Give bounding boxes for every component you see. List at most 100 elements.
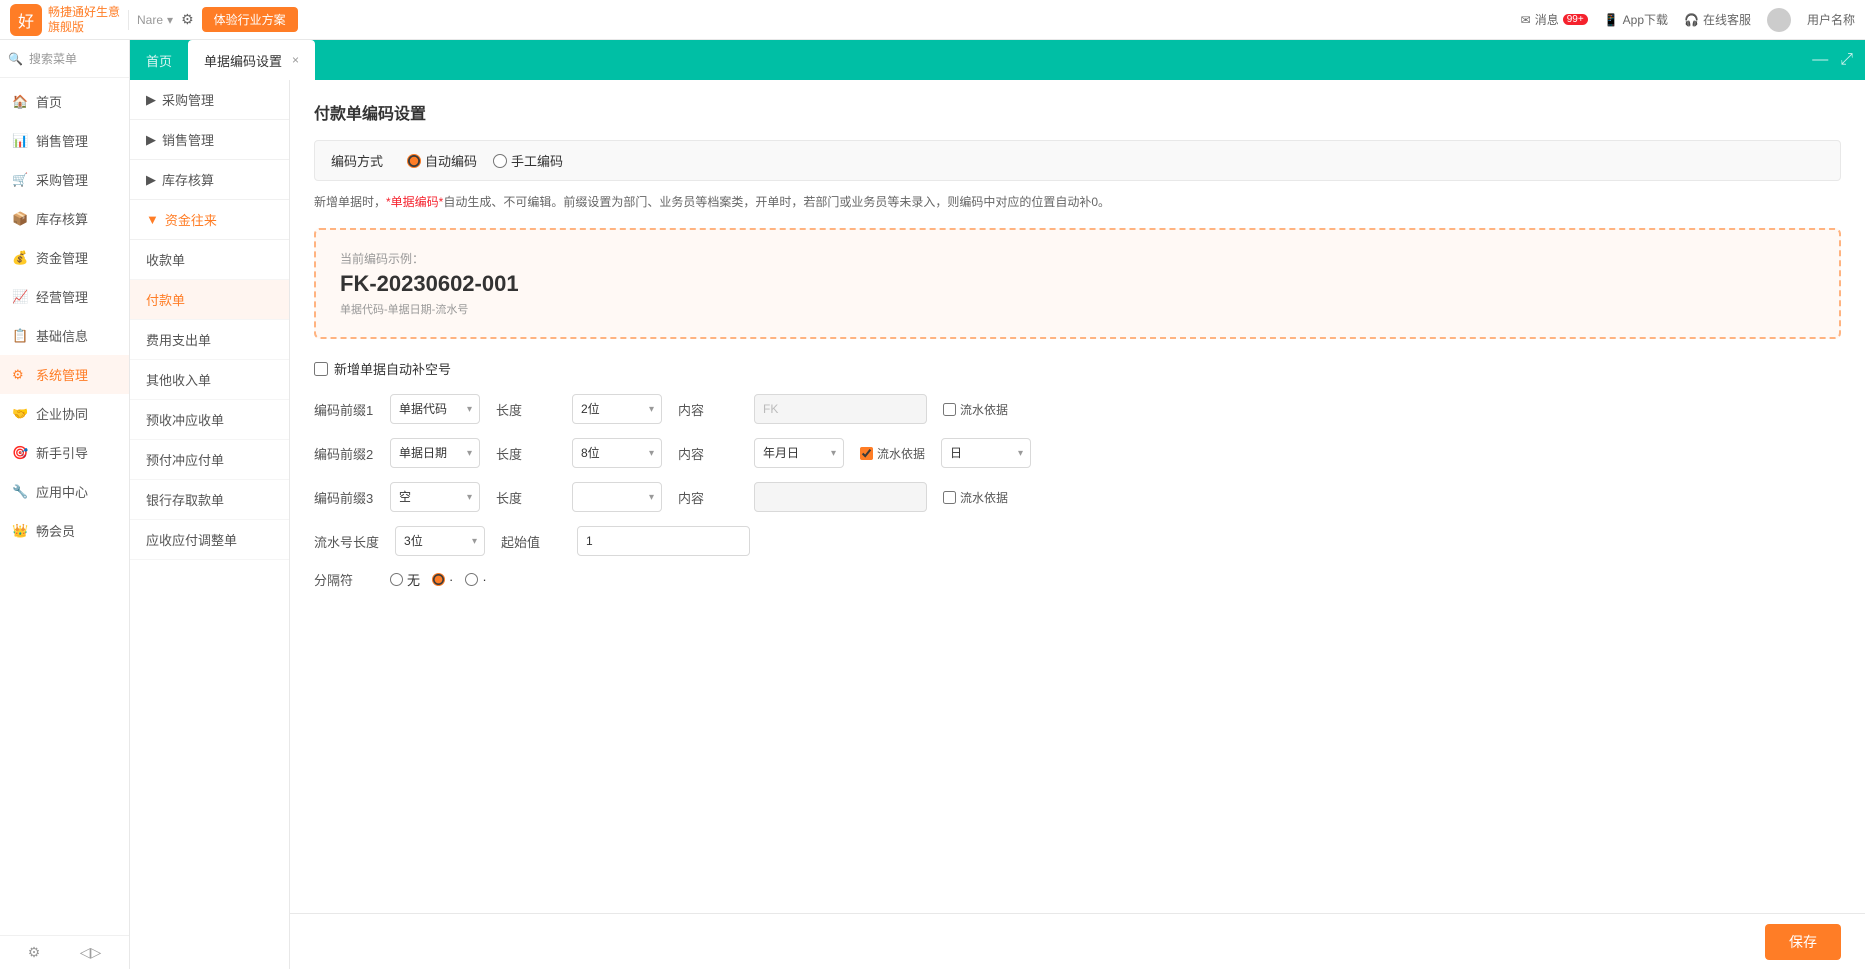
apps-icon: 🔧 xyxy=(12,484,28,500)
length3-select-wrapper[interactable] xyxy=(572,482,662,512)
serial2-unit-select[interactable]: 日 xyxy=(941,438,1031,468)
sub-item-advance-pay[interactable]: 预付冲应付单 xyxy=(130,440,289,480)
sidebar-item-ops[interactable]: 📈 经营管理 xyxy=(0,277,129,316)
sidebar-item-inventory[interactable]: 📦 库存核算 xyxy=(0,199,129,238)
tab-minimize-btn[interactable]: — xyxy=(1808,47,1832,73)
message-btn[interactable]: ✉ 消息 99+ xyxy=(1521,11,1588,28)
msg-badge: 99+ xyxy=(1563,14,1588,25)
sidebar-item-apps[interactable]: 🔧 应用中心 xyxy=(0,472,129,511)
serial2-unit-wrapper[interactable]: 日 xyxy=(941,438,1031,468)
prefix1-label: 编码前缀1 xyxy=(314,400,374,419)
sidebar-item-finance[interactable]: 💰 资金管理 xyxy=(0,238,129,277)
tab-maximize-btn[interactable]: ⤢ xyxy=(1836,47,1857,73)
top-bar: 好 畅捷通好生意 旗舰版 Nare ▾ ⚙ 体验行业方案 ✉ 消息 99+ 📱 … xyxy=(0,0,1865,40)
sep-dot-symbol: · xyxy=(449,572,453,587)
gear-icon-top[interactable]: ⚙ xyxy=(181,11,194,28)
sidebar-item-collab[interactable]: 🤝 企业协同 xyxy=(0,394,129,433)
length3-select[interactable] xyxy=(572,482,662,512)
industry-btn[interactable]: 体验行业方案 xyxy=(202,7,298,32)
sidebar-item-system[interactable]: ⚙ 系统管理 xyxy=(0,355,129,394)
length1-select[interactable]: 2位 xyxy=(572,394,662,424)
serial1-checkbox-wrap[interactable]: 流水依据 xyxy=(943,401,1008,418)
sidebar-item-sales[interactable]: 📊 销售管理 xyxy=(0,121,129,160)
sub-item-expense[interactable]: 费用支出单 xyxy=(130,320,289,360)
tab-home[interactable]: 首页 xyxy=(130,40,188,80)
radio-manual-input[interactable] xyxy=(493,154,507,168)
serial-len-select[interactable]: 3位 xyxy=(395,526,485,556)
prefix1-select[interactable]: 单据代码 xyxy=(390,394,480,424)
manual-code-label: 手工编码 xyxy=(511,151,563,170)
home-icon: 🏠 xyxy=(12,94,28,110)
sidebar-item-label: 新手引导 xyxy=(36,443,88,462)
sidebar-item-basic[interactable]: 📋 基础信息 xyxy=(0,316,129,355)
prefix1-select-wrapper[interactable]: 单据代码 xyxy=(390,394,480,424)
sep-label: 分隔符 xyxy=(314,570,374,589)
length2-select[interactable]: 8位 xyxy=(572,438,662,468)
length1-select-wrapper[interactable]: 2位 xyxy=(572,394,662,424)
content-area: 首页 单据编码设置 × — ⤢ ▶ 采购管理 ▶ 销售管理 xyxy=(130,40,1865,969)
sidebar-item-vip[interactable]: 👑 畅会员 xyxy=(0,511,129,550)
tab-code-settings[interactable]: 单据编码设置 × xyxy=(188,40,315,80)
sub-menu-purchase[interactable]: ▶ 采购管理 xyxy=(130,80,289,120)
avatar[interactable] xyxy=(1767,8,1791,32)
sidebar-item-label: 销售管理 xyxy=(36,131,88,150)
radio-auto-input[interactable] xyxy=(407,154,421,168)
chevron-down-icon: ▾ xyxy=(167,13,173,27)
search-menu[interactable]: 🔍 搜索菜单 xyxy=(0,40,129,78)
prefix3-select[interactable]: 空 xyxy=(390,482,480,512)
tab-home-label: 首页 xyxy=(146,51,172,70)
collapse-btn[interactable]: ◁▷ xyxy=(80,944,102,961)
online-service-btn[interactable]: 🎧 在线客服 xyxy=(1684,11,1751,28)
msg-label: 消息 xyxy=(1535,11,1559,28)
sep-none-radio[interactable] xyxy=(390,573,403,586)
logo-icon: 好 xyxy=(10,4,42,36)
start-input[interactable] xyxy=(577,526,750,556)
prefix2-select-wrapper[interactable]: 单据日期 xyxy=(390,438,480,468)
radio-auto-code[interactable]: 自动编码 xyxy=(407,151,477,170)
sep-dash-radio[interactable] xyxy=(465,573,478,586)
sub-item-adjust[interactable]: 应收应付调整单 xyxy=(130,520,289,560)
sep-dot-radio[interactable] xyxy=(432,573,445,586)
settings-bottom-btn[interactable]: ⚙ xyxy=(28,944,41,961)
tab-close-btn[interactable]: × xyxy=(292,53,299,67)
sidebar-item-guide[interactable]: 🎯 新手引导 xyxy=(0,433,129,472)
prefix2-select[interactable]: 单据日期 xyxy=(390,438,480,468)
serial-len-wrapper[interactable]: 3位 xyxy=(395,526,485,556)
sub-menu-capital[interactable]: ▼ 资金往来 xyxy=(130,200,289,240)
sub-item-receipt[interactable]: 收款单 xyxy=(130,240,289,280)
code-preview-label: 当前编码示例： xyxy=(340,250,1815,267)
sidebar-item-home[interactable]: 🏠 首页 xyxy=(0,82,129,121)
radio-manual-code[interactable]: 手工编码 xyxy=(493,151,563,170)
sub-item-advance-recv[interactable]: 预收冲应收单 xyxy=(130,400,289,440)
serial3-checkbox[interactable] xyxy=(943,491,956,504)
auto-fill-checkbox[interactable] xyxy=(314,362,328,376)
info-text: 新增单据时，*单据编码*自动生成、不可编辑。前缀设置为部门、业务员等档案类，开单… xyxy=(314,193,1841,212)
sidebar-item-label: 系统管理 xyxy=(36,365,88,384)
sub-item-payment[interactable]: 付款单 xyxy=(130,280,289,320)
app-download-btn[interactable]: 📱 App下载 xyxy=(1604,11,1668,28)
sub-item-bank[interactable]: 银行存取款单 xyxy=(130,480,289,520)
serial2-checkbox[interactable] xyxy=(860,447,873,460)
sub-menu-sales[interactable]: ▶ 销售管理 xyxy=(130,120,289,160)
code-method-radio-group: 自动编码 手工编码 xyxy=(407,151,563,170)
sidebar-item-purchase[interactable]: 🛒 采购管理 xyxy=(0,160,129,199)
length2-select-wrapper[interactable]: 8位 xyxy=(572,438,662,468)
sep-none-item[interactable]: 无 xyxy=(390,570,420,589)
content2-select-wrapper[interactable]: 年月日 xyxy=(754,438,844,468)
serial1-checkbox[interactable] xyxy=(943,403,956,416)
company-selector[interactable]: Nare ▾ xyxy=(137,13,173,27)
save-button[interactable]: 保存 xyxy=(1765,924,1841,960)
sidebar-item-label: 应用中心 xyxy=(36,482,88,501)
sub-item-other-income[interactable]: 其他收入单 xyxy=(130,360,289,400)
message-icon: ✉ xyxy=(1521,13,1531,27)
serial3-checkbox-wrap[interactable]: 流水依据 xyxy=(943,489,1008,506)
search-icon: 🔍 xyxy=(8,52,23,66)
sep-dash-item[interactable]: · xyxy=(465,572,486,587)
sep-dot-item[interactable]: · xyxy=(432,572,453,587)
sub-menu-inventory[interactable]: ▶ 库存核算 xyxy=(130,160,289,200)
prefix3-select-wrapper[interactable]: 空 xyxy=(390,482,480,512)
serial2-checkbox-wrap[interactable]: 流水依据 xyxy=(860,445,925,462)
content2-select[interactable]: 年月日 xyxy=(754,438,844,468)
sep-dash-symbol: · xyxy=(482,572,486,587)
sidebar-item-label: 经营管理 xyxy=(36,287,88,306)
